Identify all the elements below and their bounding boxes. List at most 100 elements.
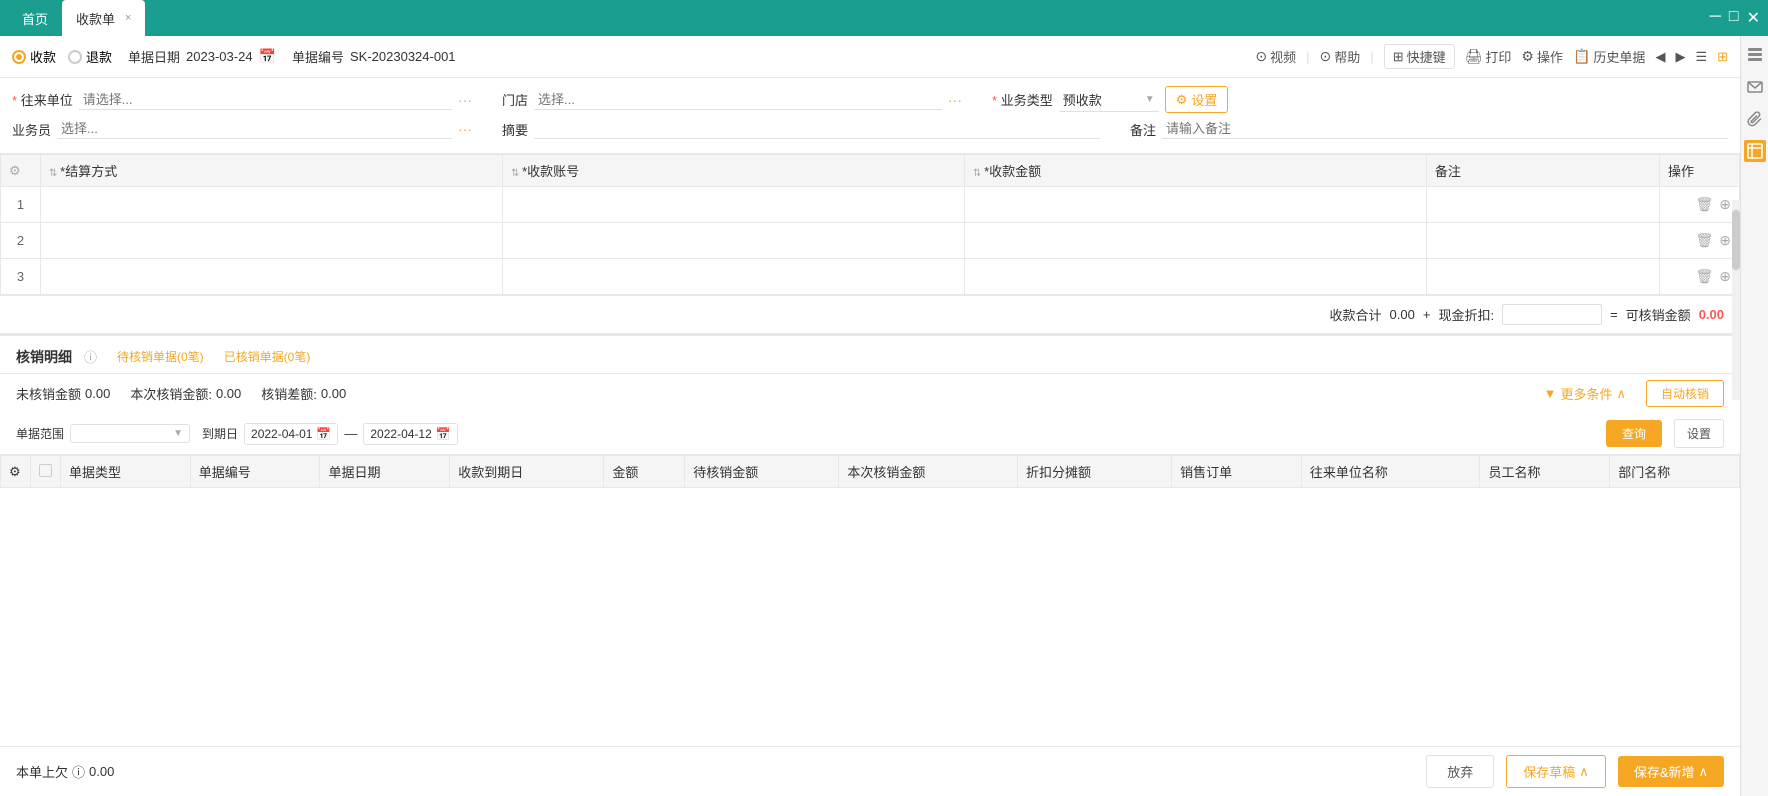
total-value: 0.00: [1390, 307, 1415, 322]
delete-row-2-btn[interactable]: 🗑: [1695, 232, 1713, 249]
delete-row-1-btn[interactable]: 🗑: [1695, 196, 1713, 213]
shop-input[interactable]: [534, 90, 942, 110]
date-to-input[interactable]: 2022-04-12 📅: [363, 423, 457, 445]
salesperson-input[interactable]: [57, 119, 452, 139]
draft-chevron-icon: ∧: [1579, 764, 1589, 780]
calendar-from-icon: 📅: [316, 427, 331, 441]
gear-icon-bottom[interactable]: ⚙: [9, 464, 21, 479]
save-btn[interactable]: 保存&新增 ∧: [1618, 756, 1724, 787]
discount-input[interactable]: [1502, 304, 1602, 325]
list-view-icon[interactable]: ☰: [1695, 49, 1707, 65]
help-action[interactable]: ⊙ 帮助: [1320, 47, 1361, 66]
copy-row-2-btn[interactable]: ⊕: [1719, 232, 1731, 249]
this-order-info-icon[interactable]: ⓘ: [72, 762, 85, 781]
shortcut-icon: ⊞: [1393, 49, 1404, 65]
receipt-amount-1[interactable]: [964, 187, 1426, 223]
auto-verify-btn[interactable]: 自动核销: [1646, 380, 1724, 407]
verification-info-icon[interactable]: ⓘ: [84, 347, 97, 366]
sidebar-email-icon[interactable]: [1744, 76, 1766, 98]
verification-section: 核销明细 ⓘ 待核销单据(0笔) 已核销单据(0笔) 未核销金额 0.00 本次…: [0, 336, 1740, 746]
settings-button[interactable]: ⚙ 设置: [1165, 86, 1229, 113]
sidebar-table-icon[interactable]: [1744, 44, 1766, 66]
prev-action[interactable]: ◀: [1655, 49, 1665, 65]
window-close-icon[interactable]: ✕: [1747, 8, 1760, 28]
print-action[interactable]: 🖨 打印: [1465, 47, 1512, 66]
pending-tab[interactable]: 待核销单据(0笔): [109, 346, 212, 367]
unchecked-value: 0.00: [85, 386, 110, 401]
form-area: * 往来单位 ··· 门店 ··· * 业务类型: [0, 78, 1740, 154]
delete-row-3-btn[interactable]: 🗑: [1695, 268, 1713, 285]
grid-view-icon[interactable]: ⊞: [1717, 49, 1728, 65]
scrollbar[interactable]: [1732, 200, 1740, 400]
counterparty-ellipsis-btn[interactable]: ···: [458, 92, 472, 108]
gear-icon[interactable]: ⚙: [9, 163, 21, 178]
sidebar-screen-icon[interactable]: [1744, 140, 1766, 162]
shop-field: 门店 ···: [502, 90, 962, 110]
history-action[interactable]: 📋 历史单据: [1573, 47, 1645, 66]
th-due-date: 收款到期日: [450, 456, 604, 488]
radio-receipt[interactable]: 收款: [12, 47, 56, 66]
copy-row-1-btn[interactable]: ⊕: [1719, 196, 1731, 213]
video-action[interactable]: ⊙ 视频: [1255, 47, 1296, 66]
counterparty-input[interactable]: [79, 90, 452, 110]
abandon-btn[interactable]: 放弃: [1426, 755, 1494, 788]
date-label: 单据日期: [128, 47, 180, 66]
receipt-account-1[interactable]: [502, 187, 964, 223]
receipt-account-3[interactable]: [502, 259, 964, 295]
operation-action[interactable]: ⚙ 操作: [1521, 47, 1563, 66]
this-order-label: 本单上欠: [16, 762, 68, 781]
tab-bar-actions: ─ □ ✕: [1710, 8, 1760, 28]
settle-method-1[interactable]: [41, 187, 503, 223]
row-actions-3: 🗑 ⊕: [1660, 259, 1740, 295]
salesperson-field: 业务员 ···: [12, 119, 472, 139]
range-select[interactable]: ▼: [70, 424, 190, 443]
done-tab[interactable]: 已核销单据(0笔): [216, 346, 319, 367]
salesperson-ellipsis-btn[interactable]: ···: [458, 121, 472, 137]
num-label: 单据编号: [292, 47, 344, 66]
window-minimize-icon[interactable]: ─: [1710, 8, 1721, 28]
sidebar-attachment-icon[interactable]: [1744, 108, 1766, 130]
verification-tabs: 待核销单据(0笔) 已核销单据(0笔): [109, 346, 318, 367]
receipt-amount-3[interactable]: [964, 259, 1426, 295]
th-doc-num: 单据编号: [190, 456, 320, 488]
radio-refund[interactable]: 退款: [68, 47, 112, 66]
settle-method-3[interactable]: [41, 259, 503, 295]
shop-ellipsis-btn[interactable]: ···: [948, 92, 962, 108]
diff-value: 0.00: [321, 386, 346, 401]
select-all-checkbox[interactable]: [39, 464, 52, 477]
scrollbar-thumb[interactable]: [1732, 210, 1740, 270]
tab-bar: 首页 收款单 × ─ □ ✕: [0, 0, 1768, 36]
note-2[interactable]: [1426, 223, 1659, 259]
more-conditions-btn[interactable]: ▼ 更多条件 ∧: [1544, 384, 1626, 403]
tab-home[interactable]: 首页: [8, 0, 62, 36]
divider2: |: [1370, 49, 1373, 64]
counterparty-field: * 往来单位 ···: [12, 90, 472, 110]
receipt-account-2[interactable]: [502, 223, 964, 259]
next-action[interactable]: ▶: [1675, 49, 1685, 65]
business-type-select[interactable]: 预收款 ▼: [1059, 88, 1159, 112]
window-restore-icon[interactable]: □: [1729, 8, 1739, 28]
query-btn[interactable]: 查询: [1606, 420, 1662, 447]
date-from-input[interactable]: 2022-04-01 📅: [244, 423, 338, 445]
summary-input[interactable]: [534, 119, 1100, 139]
remark-input[interactable]: [1162, 119, 1728, 139]
settle-method-2[interactable]: [41, 223, 503, 259]
note-1[interactable]: [1426, 187, 1659, 223]
business-type-required-star: *: [992, 93, 997, 108]
filter-icon: ▼: [1544, 386, 1557, 401]
tab-receipt[interactable]: 收款单 ×: [62, 0, 145, 36]
copy-row-3-btn[interactable]: ⊕: [1719, 268, 1731, 285]
tab-close-icon[interactable]: ×: [125, 12, 131, 24]
settings-btn-label: 设置: [1191, 90, 1217, 109]
th-operation: 操作: [1660, 155, 1740, 187]
table-row: 1 🗑 ⊕: [1, 187, 1740, 223]
calendar-icon[interactable]: 📅: [259, 48, 276, 65]
draft-btn-label: 保存草稿: [1523, 762, 1575, 781]
date-separator: —: [344, 426, 357, 441]
draft-btn[interactable]: 保存草稿 ∧: [1506, 755, 1606, 788]
filter-settings-btn[interactable]: 设置: [1674, 419, 1724, 448]
receipt-amount-2[interactable]: [964, 223, 1426, 259]
shortcut-btn[interactable]: ⊞ 快捷键: [1384, 44, 1455, 69]
date-field: 单据日期 2023-03-24 📅: [128, 47, 276, 66]
note-3[interactable]: [1426, 259, 1659, 295]
